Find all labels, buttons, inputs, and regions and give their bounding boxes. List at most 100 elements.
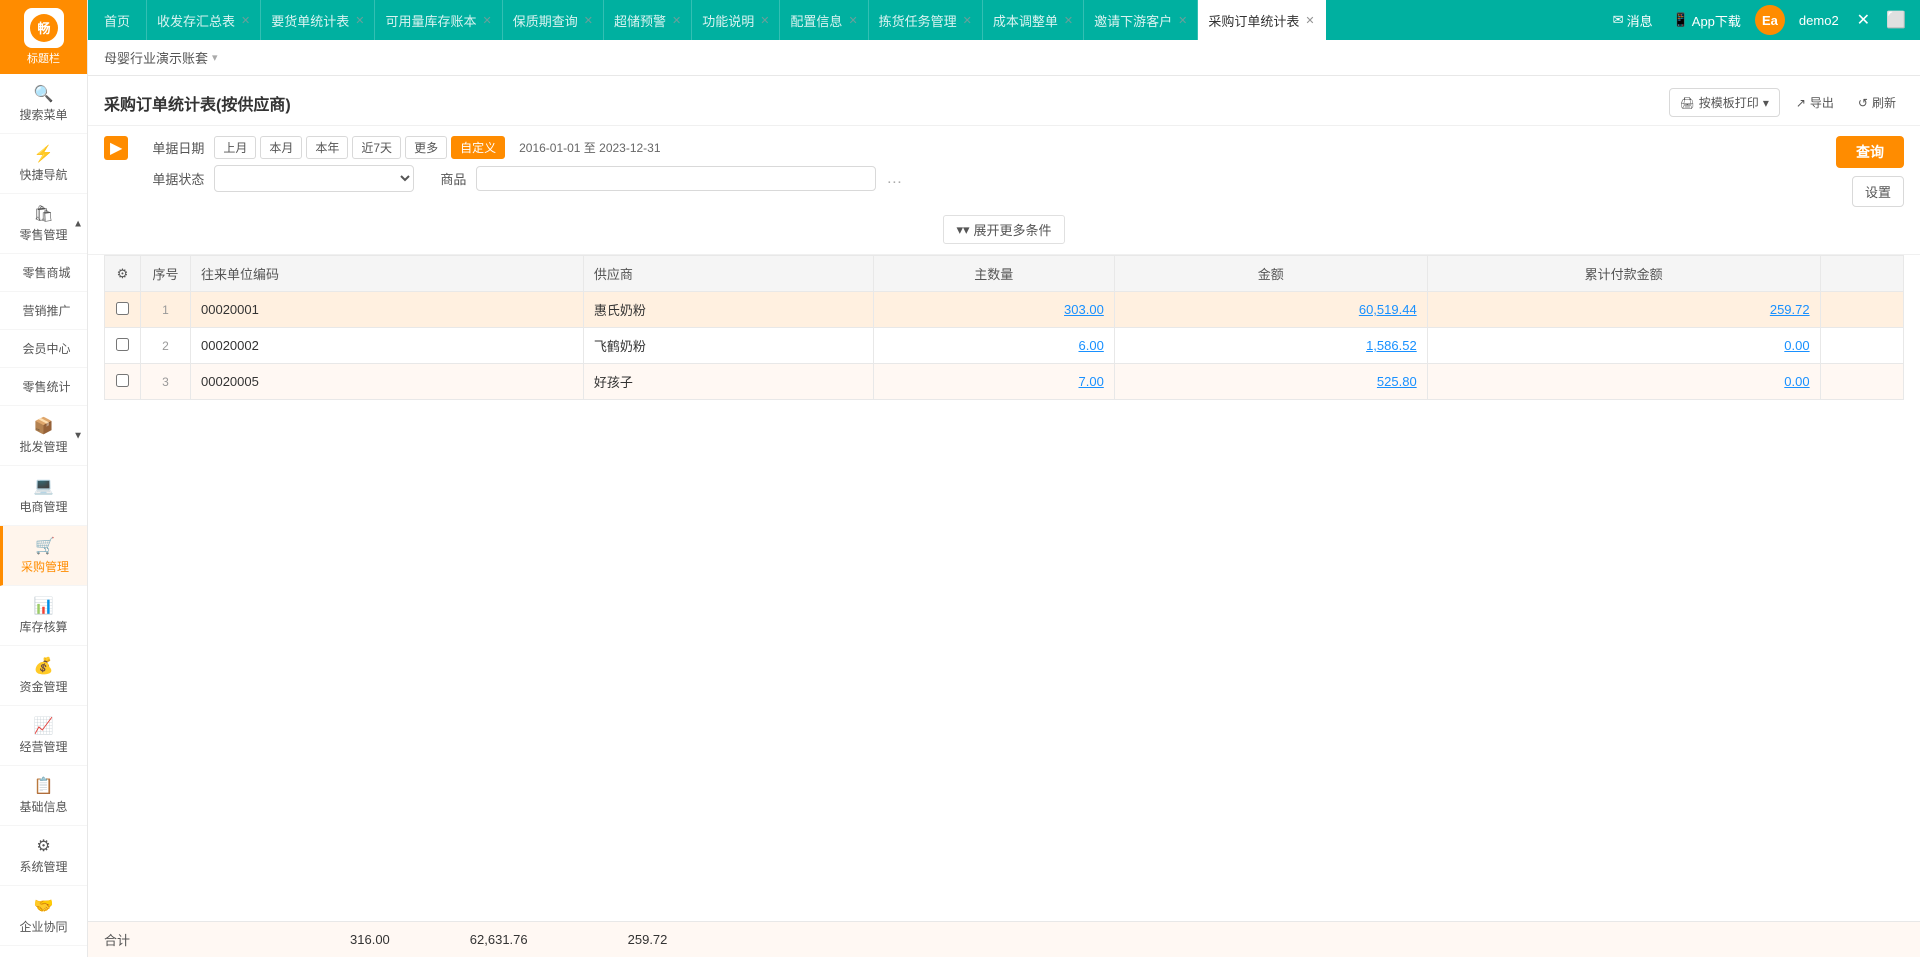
row-paid-amount[interactable]: 0.00 [1427, 328, 1820, 364]
tab-cost-adjust[interactable]: 成本调整单 ✕ [983, 0, 1084, 40]
sidebar-item-guide[interactable]: 🎯 新手引导 [0, 946, 87, 957]
refresh-icon: ↺ [1858, 96, 1868, 110]
date-btn-last-month[interactable]: 上月 [214, 136, 256, 159]
sidebar-item-search[interactable]: 🔍 搜索菜单 [0, 74, 87, 134]
sidebar-item-operation[interactable]: 📈 经营管理 [0, 706, 87, 766]
message-button[interactable]: ✉ 消息 [1607, 7, 1659, 34]
sidebar-item-ecommerce[interactable]: 💻 电商管理 [0, 466, 87, 526]
tab-close-icon[interactable]: ✕ [1064, 14, 1073, 27]
settings-button[interactable]: 设置 [1852, 176, 1904, 207]
tab-inventory-account[interactable]: 可用量库存账本 ✕ [375, 0, 502, 40]
shortcut-icon: ⚡ [34, 144, 54, 164]
table-row[interactable]: 3 00020005 好孩子 7.00 525.80 0.00 [105, 364, 1904, 400]
row-main-qty[interactable]: 303.00 [873, 292, 1114, 328]
settings-icon[interactable]: ⚙ [117, 266, 129, 281]
tab-purchase-summary[interactable]: 采购订单统计表 ✕ [1198, 0, 1325, 40]
tab-collection-summary[interactable]: 收发存汇总表 ✕ [147, 0, 261, 40]
sidebar-item-inventory[interactable]: 📊 库存核算 [0, 586, 87, 646]
col-extra [1820, 256, 1903, 292]
sidebar-item-retail-shop[interactable]: 零售商城 [0, 254, 87, 292]
sidebar-item-wholesale[interactable]: 📦 批发管理 ▼ [0, 406, 87, 466]
print-button[interactable]: 🖨 按模板打印 ▾ [1669, 88, 1780, 117]
sidebar-item-purchase[interactable]: 🛒 采购管理 [0, 526, 87, 586]
tab-config-info[interactable]: 配置信息 ✕ [780, 0, 868, 40]
refresh-button[interactable]: ↺ 刷新 [1850, 89, 1904, 116]
tab-close-icon[interactable]: ✕ [355, 14, 364, 27]
date-btn-custom[interactable]: 自定义 [451, 136, 505, 159]
sidebar-item-finance[interactable]: 💰 资金管理 [0, 646, 87, 706]
tab-close-icon[interactable]: ✕ [483, 14, 492, 27]
row-amount[interactable]: 60,519.44 [1114, 292, 1427, 328]
row-amount[interactable]: 525.80 [1114, 364, 1427, 400]
row-main-qty[interactable]: 7.00 [873, 364, 1114, 400]
row-supplier: 好孩子 [583, 364, 873, 400]
date-btn-this-month[interactable]: 本月 [260, 136, 302, 159]
workspace-selector[interactable]: 母婴行业演示账套 ▾ [104, 48, 218, 67]
tab-func-desc[interactable]: 功能说明 ✕ [692, 0, 780, 40]
tab-goods-summary[interactable]: 要货单统计表 ✕ [261, 0, 375, 40]
tab-invite-downstream[interactable]: 邀请下游客户 ✕ [1084, 0, 1198, 40]
tab-pick-task[interactable]: 拣货任务管理 ✕ [869, 0, 983, 40]
filter-toggle-btn[interactable]: ▶ [104, 136, 128, 160]
row-amount[interactable]: 1,586.52 [1114, 328, 1427, 364]
header-bar: 母婴行业演示账套 ▾ [88, 40, 1920, 76]
row-checkbox[interactable] [105, 364, 141, 400]
sidebar-item-label: 零售统计 [22, 378, 70, 395]
table-row[interactable]: 1 00020001 惠氏奶粉 303.00 60,519.44 259.72 [105, 292, 1904, 328]
tab-close-icon[interactable]: ✕ [1305, 14, 1314, 27]
sidebar-item-system[interactable]: ⚙ 系统管理 [0, 826, 87, 886]
maximize-button[interactable]: ⬜ [1882, 6, 1910, 34]
tab-label: 收发存汇总表 [157, 11, 235, 30]
sidebar-item-shortcut[interactable]: ⚡ 快捷导航 [0, 134, 87, 194]
query-button[interactable]: 查询 [1836, 136, 1904, 168]
row-no: 1 [141, 292, 191, 328]
date-btn-this-year[interactable]: 本年 [306, 136, 348, 159]
refresh-label: 刷新 [1872, 94, 1896, 111]
app-download-button[interactable]: 📱 App下载 [1667, 7, 1747, 34]
sidebar-item-marketing[interactable]: 营销推广 [0, 292, 87, 330]
tab-overstock-warning[interactable]: 超储预警 ✕ [604, 0, 692, 40]
tab-close-icon[interactable]: ✕ [241, 14, 250, 27]
sidebar-item-label: 营销推广 [22, 302, 70, 319]
export-button[interactable]: ↗ 导出 [1788, 89, 1842, 116]
filter-arrow-icon[interactable]: ▶ [104, 136, 128, 160]
username-button[interactable]: demo2 [1793, 9, 1845, 32]
tab-home[interactable]: 首页 [88, 0, 147, 40]
row-paid-amount[interactable]: 0.00 [1427, 364, 1820, 400]
col-unit-code: 往来单位编码 [191, 256, 584, 292]
sidebar-item-retail[interactable]: 🛍 零售管理 ▲ [0, 194, 87, 254]
row-checkbox[interactable] [105, 292, 141, 328]
sidebar-logo[interactable]: 畅 标题栏 [0, 0, 87, 74]
user-avatar[interactable]: Ea [1755, 5, 1785, 35]
tab-label: 可用量库存账本 [385, 11, 476, 30]
sidebar-item-retail-stat[interactable]: 零售统计 [0, 368, 87, 406]
col-settings[interactable]: ⚙ [105, 256, 141, 292]
tab-close-icon[interactable]: ✕ [672, 14, 681, 27]
tab-close-icon[interactable]: ✕ [963, 14, 972, 27]
goods-input-more-icon[interactable]: … [886, 170, 902, 188]
goods-input[interactable] [476, 166, 876, 191]
tab-close-icon[interactable]: ✕ [1178, 14, 1187, 27]
date-btn-7days[interactable]: 近7天 [352, 136, 401, 159]
row-paid-amount[interactable]: 259.72 [1427, 292, 1820, 328]
topbar-tabs: 首页 收发存汇总表 ✕ 要货单统计表 ✕ 可用量库存账本 ✕ 保质期查询 ✕ 超… [88, 0, 1597, 40]
status-select[interactable] [214, 165, 414, 192]
tab-close-icon[interactable]: ✕ [584, 14, 593, 27]
message-icon: ✉ [1613, 12, 1624, 28]
sidebar-item-member[interactable]: 会员中心 [0, 330, 87, 368]
table-row[interactable]: 2 00020002 飞鹤奶粉 6.00 1,586.52 0.00 [105, 328, 1904, 364]
row-main-qty[interactable]: 6.00 [873, 328, 1114, 364]
expand-label: 展开更多条件 [974, 220, 1052, 239]
row-checkbox[interactable] [105, 328, 141, 364]
close-tab-button[interactable]: ✕ [1853, 6, 1874, 34]
sidebar-item-enterprise[interactable]: 🤝 企业协同 [0, 886, 87, 946]
tab-close-icon[interactable]: ✕ [760, 14, 769, 27]
tab-label: 采购订单统计表 [1208, 11, 1299, 30]
tab-warranty-query[interactable]: 保质期查询 ✕ [503, 0, 604, 40]
sidebar-item-basic[interactable]: 📋 基础信息 [0, 766, 87, 826]
tab-close-icon[interactable]: ✕ [848, 14, 857, 27]
expand-conditions-button[interactable]: ▾▾ 展开更多条件 [943, 215, 1064, 244]
ecommerce-icon: 💻 [34, 476, 54, 496]
date-btn-more[interactable]: 更多 [405, 136, 447, 159]
logo-icon: 畅 [24, 8, 64, 48]
